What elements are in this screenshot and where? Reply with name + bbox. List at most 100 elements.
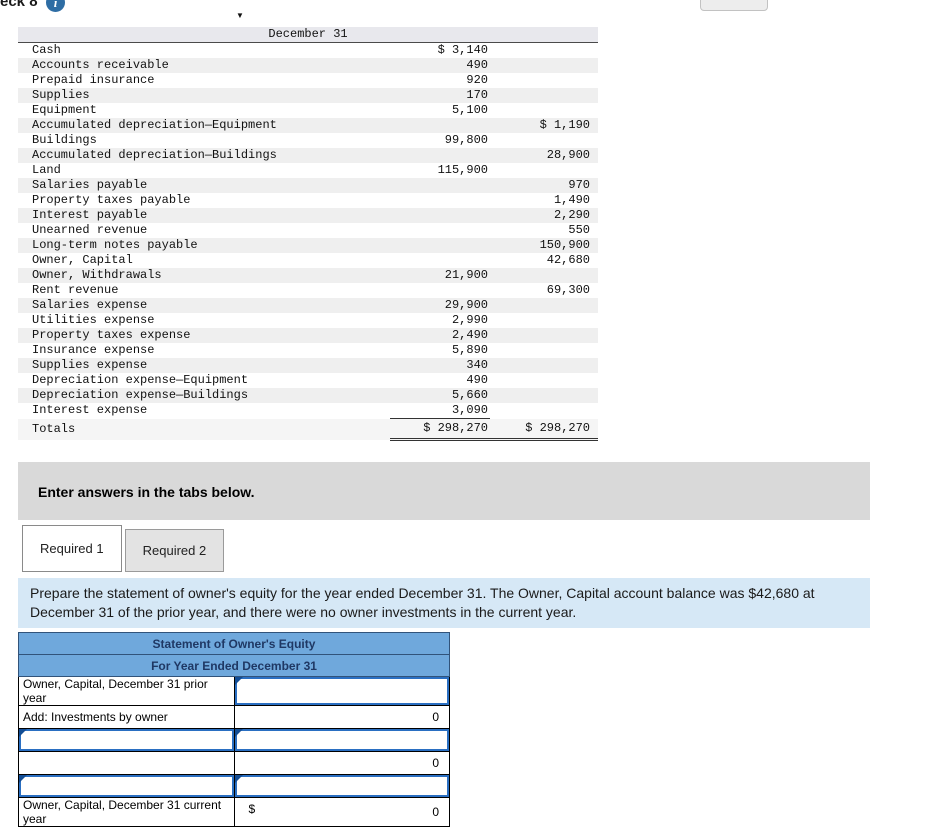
input-marker-icon: [234, 729, 243, 737]
trial-balance-row: Accumulated depreciation—Equipment $ 1,19…: [18, 118, 598, 133]
account-name: Salaries payable: [32, 178, 148, 192]
credit-amount: [490, 313, 598, 328]
debit-amount: [390, 193, 490, 208]
account-name: Owner, Withdrawals: [32, 268, 162, 282]
soe-value: 0: [233, 751, 450, 775]
soe-value-text: 0: [432, 710, 439, 724]
account-name: Insurance expense: [32, 343, 155, 357]
account-name: Supplies: [32, 88, 90, 102]
credit-amount: [490, 103, 598, 118]
trial-balance-row: Equipment 5,100: [18, 103, 598, 118]
column-dropdown-caret-icon[interactable]: ▼: [236, 11, 244, 20]
totals-credit: $ 298,270: [490, 418, 598, 441]
credit-amount: 970: [568, 178, 590, 192]
debit-amount: 920: [466, 73, 488, 87]
account-name: Buildings: [32, 133, 97, 147]
credit-amount: [490, 358, 598, 373]
statement-of-owners-equity: Statement of Owner's Equity For Year End…: [18, 632, 450, 827]
instruction-text: Prepare the statement of owner's equity …: [18, 578, 870, 628]
account-name: Salaries expense: [32, 298, 148, 312]
debit-amount: 5,890: [451, 343, 488, 357]
trial-balance-row: Property taxes expense 2,490: [18, 328, 598, 343]
debit-amount: 99,800: [444, 133, 488, 147]
soe-value-input[interactable]: [233, 774, 450, 798]
account-name: Depreciation expense—Buildings: [32, 388, 249, 402]
account-name: Owner, Capital: [32, 253, 133, 267]
info-icon-glyph: i: [53, 0, 58, 10]
tab-required-2[interactable]: Required 2: [124, 529, 225, 572]
debit-amount: 2,990: [451, 313, 488, 327]
soe-value-text: 0: [432, 756, 439, 770]
soe-value-input[interactable]: [233, 728, 450, 752]
debit-amount: 5,100: [451, 103, 488, 117]
account-name: Accumulated depreciation—Equipment: [32, 118, 277, 132]
trial-balance-row: Buildings 99,800: [18, 133, 598, 148]
input-marker-icon: [19, 729, 27, 737]
input-marker-icon: [234, 775, 243, 783]
account-name: Cash: [32, 43, 61, 57]
soe-row: [18, 774, 450, 798]
debit-amount: 115,900: [437, 163, 488, 177]
soe-row-label: Owner, Capital, December 31 current year: [18, 797, 235, 827]
credit-amount: [490, 403, 598, 419]
top-right-button[interactable]: [700, 0, 768, 11]
input-marker-icon: [234, 677, 243, 685]
account-name: Utilities expense: [32, 313, 155, 327]
trial-balance-row: Long-term notes payable 150,900: [18, 238, 598, 253]
trial-balance-row: Rent revenue 69,300: [18, 283, 598, 298]
soe-value-input[interactable]: [233, 676, 450, 706]
credit-amount: 28,900: [546, 148, 590, 162]
soe-title: Statement of Owner's Equity: [18, 632, 450, 655]
info-icon[interactable]: i: [46, 0, 65, 12]
soe-value: $0: [233, 797, 450, 827]
soe-label-input[interactable]: [18, 728, 235, 752]
trial-balance-row: Supplies 170: [18, 88, 598, 103]
trial-balance-row: Interest expense 3,090: [18, 403, 598, 419]
trial-balance-row: Owner, Withdrawals 21,900: [18, 268, 598, 283]
tab-required-1[interactable]: Required 1: [22, 525, 122, 572]
totals-label: Totals: [18, 418, 390, 440]
soe-label-input[interactable]: [18, 774, 235, 798]
debit-amount: [390, 178, 490, 193]
soe-value: 0: [233, 705, 450, 729]
trial-balance-row: Depreciation expense—Equipment 490: [18, 373, 598, 388]
debit-amount: [390, 238, 490, 253]
totals-debit: $ 298,270: [390, 418, 490, 441]
debit-amount: $ 3,140: [437, 43, 488, 57]
trial-balance-row: Prepaid insurance 920: [18, 73, 598, 88]
credit-amount: [490, 343, 598, 358]
trial-balance-row: Utilities expense 2,990: [18, 313, 598, 328]
credit-amount: [490, 58, 598, 73]
enter-answers-banner: Enter answers in the tabs below.: [18, 462, 870, 520]
credit-amount: 150,900: [539, 238, 590, 252]
credit-amount: [490, 133, 598, 148]
debit-amount: [390, 208, 490, 223]
soe-row: Owner, Capital, December 31 prior year: [18, 676, 450, 706]
tb-date-header: December 31: [18, 27, 598, 43]
soe-row: Add: Investments by owner 0: [18, 705, 450, 729]
soe-title-row: Statement of Owner's Equity: [18, 632, 450, 655]
soe-row: [18, 728, 450, 752]
credit-amount: [490, 88, 598, 103]
credit-amount: 550: [568, 223, 590, 237]
trial-balance-row: Accumulated depreciation—Buildings 28,900: [18, 148, 598, 163]
dollar-sign: $: [248, 802, 256, 816]
trial-balance-row: Owner, Capital 42,680: [18, 253, 598, 268]
credit-amount: [490, 163, 598, 178]
soe-subtitle: For Year Ended December 31: [18, 654, 450, 677]
trial-balance-row: Accounts receivable 490: [18, 58, 598, 73]
account-name: Equipment: [32, 103, 97, 117]
account-name: Property taxes payable: [32, 193, 191, 207]
debit-amount: 5,660: [451, 388, 488, 402]
tb-date-header-row: December 31: [18, 27, 598, 43]
debit-amount: [390, 223, 490, 238]
debit-amount: [390, 283, 490, 298]
account-name: Interest payable: [32, 208, 148, 222]
trial-balance-row: Unearned revenue 550: [18, 223, 598, 238]
trial-balance-body: Cash $ 3,140 Accounts receivable 490 Prepaid…: [18, 43, 598, 419]
trial-balance-row: Salaries expense 29,900: [18, 298, 598, 313]
trial-balance-table: December 31 Cash $ 3,140 Accounts receivab…: [18, 27, 598, 441]
input-marker-icon: [19, 775, 27, 783]
trial-balance-row: Depreciation expense—Buildings 5,660: [18, 388, 598, 403]
debit-amount: 340: [466, 358, 488, 372]
